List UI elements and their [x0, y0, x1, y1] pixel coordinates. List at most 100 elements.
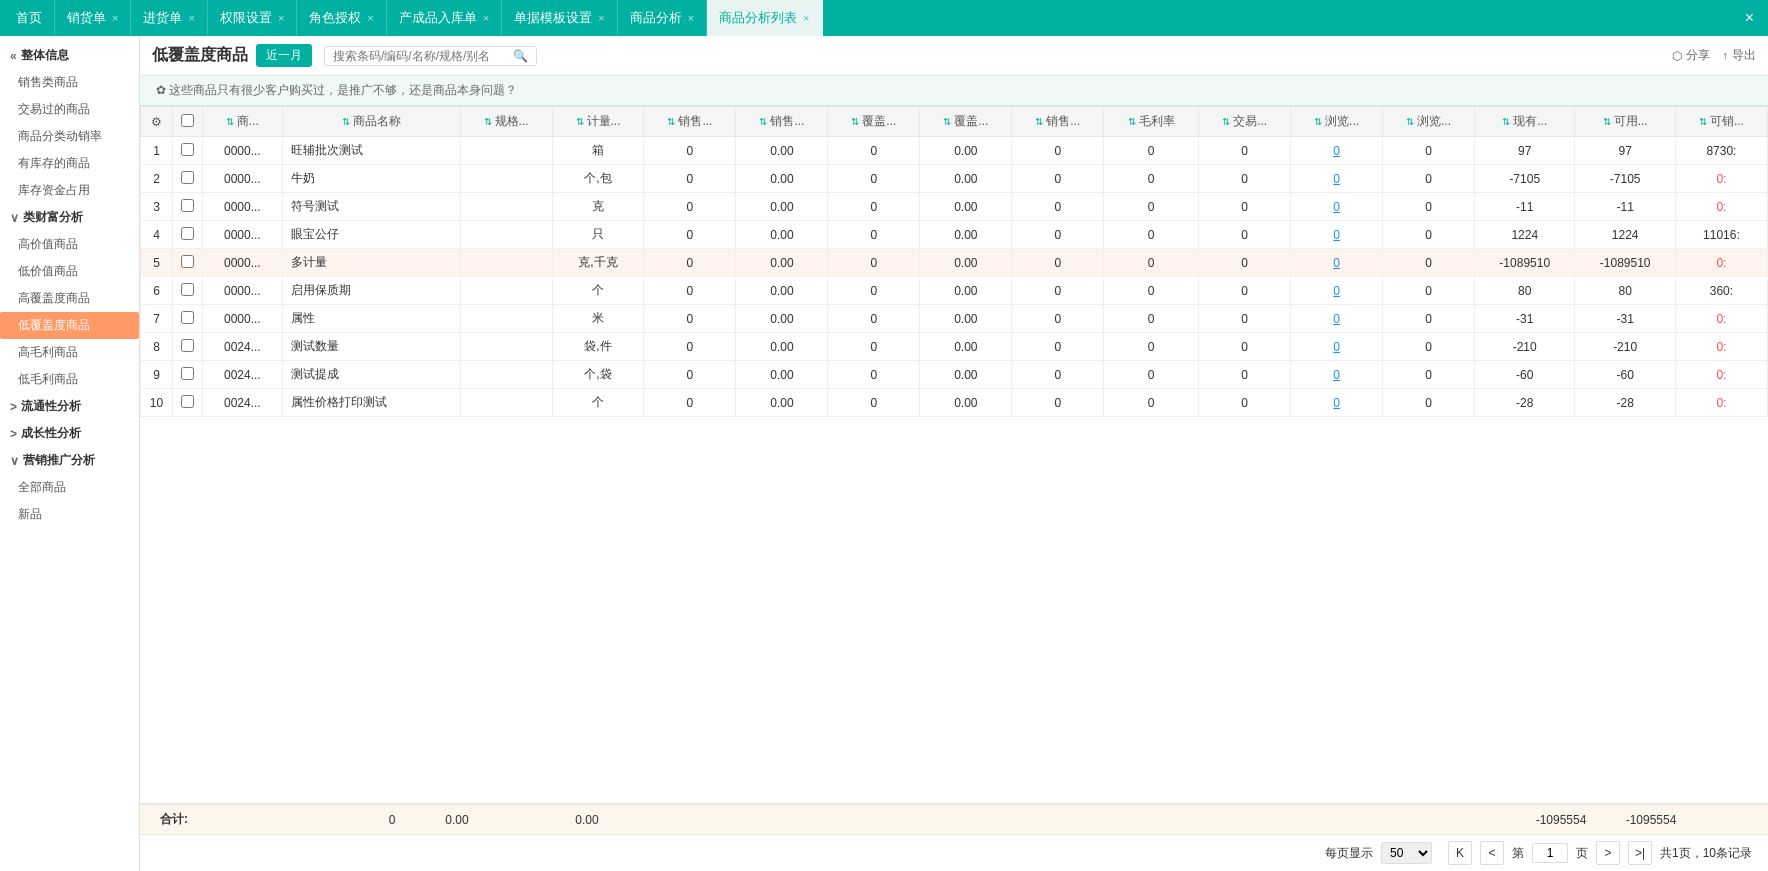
col-margin[interactable]: ⇅毛利率 — [1104, 107, 1199, 137]
col-code[interactable]: ⇅商... — [203, 107, 283, 137]
browse1-link[interactable]: 0 — [1333, 284, 1340, 298]
search-input[interactable] — [333, 49, 513, 63]
cell-checkbox[interactable] — [173, 165, 203, 193]
col-browse1[interactable]: ⇅浏览... — [1291, 107, 1383, 137]
sidebar-item-new-goods[interactable]: 新品 — [0, 501, 139, 528]
cell-browse1[interactable]: 0 — [1291, 361, 1383, 389]
cell-checkbox[interactable] — [173, 249, 203, 277]
col-sales-qty[interactable]: ⇅销售... — [644, 107, 736, 137]
sidebar-item-stock-occupy[interactable]: 库存资金占用 — [0, 177, 139, 204]
nav-tab-product-entry-close[interactable]: × — [483, 12, 489, 24]
cell-checkbox[interactable] — [173, 277, 203, 305]
sidebar-item-movement-rate[interactable]: 商品分类动销率 — [0, 123, 139, 150]
sidebar-group-growth[interactable]: > 成长性分析 — [0, 420, 139, 447]
col-unit[interactable]: ⇅计量... — [552, 107, 644, 137]
cell-browse1[interactable]: 0 — [1291, 193, 1383, 221]
row-checkbox[interactable] — [181, 171, 194, 184]
export-button[interactable]: ↑ 导出 — [1722, 47, 1756, 64]
sidebar-group-marketing[interactable]: ∨ 营销推广分析 — [0, 447, 139, 474]
sidebar-item-high-value[interactable]: 高价值商品 — [0, 231, 139, 258]
sidebar-item-all-goods[interactable]: 全部商品 — [0, 474, 139, 501]
row-checkbox[interactable] — [181, 143, 194, 156]
col-current-stock[interactable]: ⇅现有... — [1475, 107, 1575, 137]
col-name[interactable]: ⇅商品名称 — [282, 107, 460, 137]
browse1-link[interactable]: 0 — [1333, 256, 1340, 270]
cell-checkbox[interactable] — [173, 305, 203, 333]
next-page-button[interactable]: > — [1596, 841, 1620, 865]
cell-browse1[interactable]: 0 — [1291, 305, 1383, 333]
nav-tab-template[interactable]: 单据模板设置 × — [502, 0, 617, 36]
col-cov2[interactable]: ⇅覆盖... — [920, 107, 1012, 137]
nav-tab-analysis-list[interactable]: 商品分析列表 × — [707, 0, 822, 36]
nav-tab-template-close[interactable]: × — [598, 12, 604, 24]
nav-tab-home[interactable]: 首页 — [4, 0, 55, 36]
cell-checkbox[interactable] — [173, 389, 203, 417]
col-sales-amt[interactable]: ⇅销售... — [736, 107, 828, 137]
nav-tab-product-entry[interactable]: 产成品入库单 × — [387, 0, 502, 36]
nav-tab-analysis-close[interactable]: × — [688, 12, 694, 24]
col-trade[interactable]: ⇅交易... — [1199, 107, 1291, 137]
cell-checkbox[interactable] — [173, 137, 203, 165]
sidebar-item-low-coverage[interactable]: 低覆盖度商品 — [0, 312, 139, 339]
sidebar-group-overall[interactable]: « 整体信息 — [0, 42, 139, 69]
nav-tab-purchase[interactable]: 进货单 × — [131, 0, 207, 36]
col-settings[interactable]: ⚙ — [141, 107, 173, 137]
cell-browse1[interactable]: 0 — [1291, 165, 1383, 193]
cell-browse1[interactable]: 0 — [1291, 389, 1383, 417]
cell-checkbox[interactable] — [173, 193, 203, 221]
nav-tab-sales-close[interactable]: × — [112, 12, 118, 24]
col-spec[interactable]: ⇅规格... — [460, 107, 552, 137]
date-filter-button[interactable]: 近一月 — [256, 44, 312, 67]
first-page-button[interactable]: K — [1448, 841, 1472, 865]
sidebar-group-structure[interactable]: ∨ 类财富分析 — [0, 204, 139, 231]
nav-tab-analysis-list-close[interactable]: × — [803, 12, 809, 24]
sidebar-item-high-profit[interactable]: 高毛利商品 — [0, 339, 139, 366]
nav-tab-analysis[interactable]: 商品分析 × — [618, 0, 707, 36]
row-checkbox[interactable] — [181, 255, 194, 268]
share-button[interactable]: ⬡ 分享 — [1672, 47, 1710, 64]
row-checkbox[interactable] — [181, 367, 194, 380]
browse1-link[interactable]: 0 — [1333, 144, 1340, 158]
sidebar-item-sales-goods[interactable]: 销售类商品 — [0, 69, 139, 96]
browse1-link[interactable]: 0 — [1333, 172, 1340, 186]
nav-tab-sales[interactable]: 销货单 × — [55, 0, 131, 36]
sidebar-item-low-value[interactable]: 低价值商品 — [0, 258, 139, 285]
col-browse2[interactable]: ⇅浏览... — [1383, 107, 1475, 137]
sidebar-item-high-coverage[interactable]: 高覆盖度商品 — [0, 285, 139, 312]
sidebar-group-flow[interactable]: > 流通性分析 — [0, 393, 139, 420]
cell-browse1[interactable]: 0 — [1291, 137, 1383, 165]
nav-tab-permission[interactable]: 权限设置 × — [208, 0, 297, 36]
cell-browse1[interactable]: 0 — [1291, 277, 1383, 305]
cell-checkbox[interactable] — [173, 333, 203, 361]
browse1-link[interactable]: 0 — [1333, 368, 1340, 382]
row-checkbox[interactable] — [181, 227, 194, 240]
prev-page-button[interactable]: < — [1480, 841, 1504, 865]
browse1-link[interactable]: 0 — [1333, 312, 1340, 326]
select-all-checkbox[interactable] — [181, 114, 194, 127]
col-sellable[interactable]: ⇅可销... — [1675, 107, 1767, 137]
cell-browse1[interactable]: 0 — [1291, 249, 1383, 277]
col-cov1[interactable]: ⇅覆盖... — [828, 107, 920, 137]
browse1-link[interactable]: 0 — [1333, 228, 1340, 242]
col-checkbox[interactable] — [173, 107, 203, 137]
nav-tab-role-close[interactable]: × — [367, 12, 373, 24]
cell-browse1[interactable]: 0 — [1291, 221, 1383, 249]
browse1-link[interactable]: 0 — [1333, 396, 1340, 410]
row-checkbox[interactable] — [181, 283, 194, 296]
row-checkbox[interactable] — [181, 199, 194, 212]
col-available[interactable]: ⇅可用... — [1575, 107, 1675, 137]
nav-tab-role[interactable]: 角色授权 × — [297, 0, 386, 36]
row-checkbox[interactable] — [181, 311, 194, 324]
row-checkbox[interactable] — [181, 395, 194, 408]
cell-checkbox[interactable] — [173, 221, 203, 249]
browse1-link[interactable]: 0 — [1333, 340, 1340, 354]
page-number-input[interactable] — [1532, 843, 1568, 863]
search-icon[interactable]: 🔍 — [513, 49, 528, 63]
cell-browse1[interactable]: 0 — [1291, 333, 1383, 361]
last-page-button[interactable]: >| — [1628, 841, 1652, 865]
sidebar-item-in-stock[interactable]: 有库存的商品 — [0, 150, 139, 177]
sidebar-item-traded-goods[interactable]: 交易过的商品 — [0, 96, 139, 123]
browse1-link[interactable]: 0 — [1333, 200, 1340, 214]
row-checkbox[interactable] — [181, 339, 194, 352]
per-page-select[interactable]: 50 20 100 — [1381, 842, 1432, 864]
